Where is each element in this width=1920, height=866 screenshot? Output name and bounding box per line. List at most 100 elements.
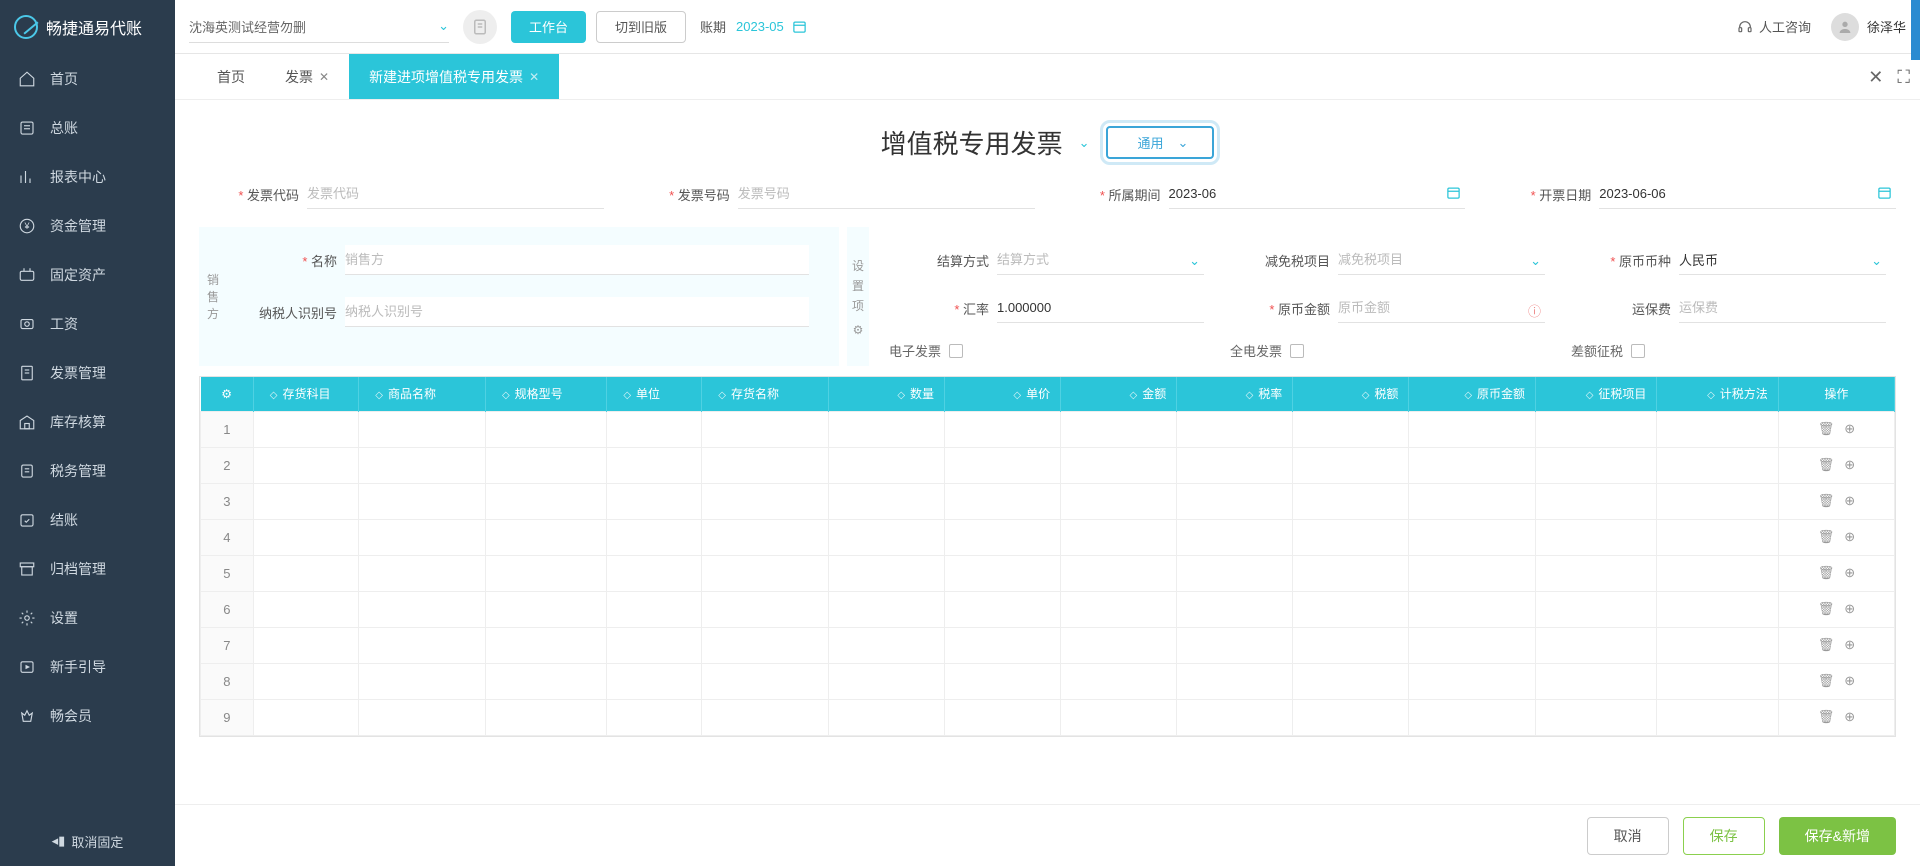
cell[interactable] <box>1061 663 1177 699</box>
cell[interactable] <box>607 555 702 591</box>
cell[interactable] <box>1293 555 1409 591</box>
note-button[interactable] <box>463 10 497 44</box>
column-header[interactable]: ◇单位 <box>607 377 702 411</box>
add-row-icon[interactable]: ⊕ <box>1844 637 1855 653</box>
cell[interactable] <box>485 627 606 663</box>
cell[interactable] <box>702 411 829 447</box>
column-header[interactable]: ◇规格型号 <box>485 377 606 411</box>
tab[interactable]: 新建进项增值税专用发票✕ <box>349 54 559 99</box>
cell[interactable] <box>359 699 486 735</box>
add-row-icon[interactable]: ⊕ <box>1844 565 1855 581</box>
delete-row-icon[interactable]: 🗑 <box>1818 673 1835 689</box>
close-all-tabs[interactable]: ✕ <box>1868 67 1883 88</box>
cell[interactable] <box>1177 483 1293 519</box>
delete-row-icon[interactable]: 🗑 <box>1818 565 1835 581</box>
cell[interactable] <box>359 627 486 663</box>
cell[interactable] <box>359 447 486 483</box>
add-row-icon[interactable]: ⊕ <box>1844 709 1855 725</box>
cell[interactable] <box>828 411 944 447</box>
delete-row-icon[interactable]: 🗑 <box>1818 709 1835 725</box>
user-menu[interactable]: 徐泽华 <box>1831 13 1906 41</box>
cell[interactable] <box>1061 699 1177 735</box>
cell[interactable] <box>702 699 829 735</box>
cell[interactable] <box>1409 591 1536 627</box>
column-header[interactable]: ◇原币金额 <box>1409 377 1536 411</box>
cell[interactable] <box>945 411 1061 447</box>
cell[interactable] <box>1293 519 1409 555</box>
column-header[interactable]: ◇单价 <box>945 377 1061 411</box>
cell[interactable] <box>607 627 702 663</box>
support-link[interactable]: 人工咨询 <box>1737 17 1811 36</box>
issue-date-input[interactable] <box>1599 179 1896 209</box>
tab-close-icon[interactable]: ✕ <box>319 70 329 84</box>
cell[interactable] <box>485 555 606 591</box>
cell[interactable] <box>1657 519 1778 555</box>
settings-toggle[interactable]: 设置项⚙ <box>839 227 869 366</box>
cell[interactable] <box>607 591 702 627</box>
cell[interactable] <box>828 483 944 519</box>
cell[interactable] <box>1293 699 1409 735</box>
cell[interactable] <box>1409 663 1536 699</box>
cell[interactable] <box>253 699 359 735</box>
cell[interactable] <box>828 627 944 663</box>
invoice-number-input[interactable] <box>738 179 1035 209</box>
cell[interactable] <box>828 663 944 699</box>
cell[interactable] <box>702 627 829 663</box>
delete-row-icon[interactable]: 🗑 <box>1818 601 1835 617</box>
unpin-sidebar[interactable]: ◂▮ 取消固定 <box>0 816 175 866</box>
fullscreen-button[interactable]: ⛶ <box>1897 67 1910 88</box>
cell[interactable] <box>253 447 359 483</box>
cell[interactable] <box>702 519 829 555</box>
cell[interactable] <box>1409 519 1536 555</box>
freight-input[interactable] <box>1679 293 1886 323</box>
company-select[interactable]: 沈海英测试经营勿删 ⌄ <box>189 11 449 43</box>
cell[interactable] <box>1293 591 1409 627</box>
tab[interactable]: 发票✕ <box>265 54 349 99</box>
cell[interactable] <box>702 555 829 591</box>
cell[interactable] <box>607 663 702 699</box>
column-header[interactable]: ◇金额 <box>1061 377 1177 411</box>
delete-row-icon[interactable]: 🗑 <box>1818 529 1835 545</box>
cell[interactable] <box>1293 411 1409 447</box>
save-and-new-button[interactable]: 保存&新增 <box>1779 817 1896 855</box>
cell[interactable] <box>1061 447 1177 483</box>
cell[interactable] <box>1657 447 1778 483</box>
cell[interactable] <box>1061 519 1177 555</box>
cell[interactable] <box>607 411 702 447</box>
sidebar-item-close-period[interactable]: 结账 <box>0 495 175 544</box>
original-amount-input[interactable] <box>1338 293 1545 323</box>
cell[interactable] <box>253 591 359 627</box>
cell[interactable] <box>1536 591 1657 627</box>
sidebar-item-vip[interactable]: 畅会员 <box>0 691 175 740</box>
cell[interactable] <box>1657 699 1778 735</box>
cell[interactable] <box>945 555 1061 591</box>
cell[interactable] <box>253 411 359 447</box>
cell[interactable] <box>1177 663 1293 699</box>
add-row-icon[interactable]: ⊕ <box>1844 529 1855 545</box>
cell[interactable] <box>253 555 359 591</box>
cell[interactable] <box>1536 483 1657 519</box>
cell[interactable] <box>1293 663 1409 699</box>
cell[interactable] <box>1177 699 1293 735</box>
cell[interactable] <box>1177 627 1293 663</box>
column-header[interactable]: ◇存货名称 <box>702 377 829 411</box>
add-row-icon[interactable]: ⊕ <box>1844 457 1855 473</box>
column-header[interactable]: ◇存货科目 <box>253 377 359 411</box>
cell[interactable] <box>702 447 829 483</box>
cell[interactable] <box>828 699 944 735</box>
sidebar-item-home[interactable]: 首页 <box>0 54 175 103</box>
delete-row-icon[interactable]: 🗑 <box>1818 457 1835 473</box>
invoice-type-dropdown[interactable]: ⌄ <box>1079 135 1090 151</box>
cell[interactable] <box>945 663 1061 699</box>
column-header[interactable]: ◇商品名称 <box>359 377 486 411</box>
full-e-invoice-checkbox[interactable] <box>1290 344 1304 358</box>
save-button[interactable]: 保存 <box>1683 817 1765 855</box>
cell[interactable] <box>1657 591 1778 627</box>
add-row-icon[interactable]: ⊕ <box>1844 673 1855 689</box>
cell[interactable] <box>485 411 606 447</box>
cell[interactable] <box>1409 483 1536 519</box>
cell[interactable] <box>945 699 1061 735</box>
cell[interactable] <box>1657 483 1778 519</box>
tab-close-icon[interactable]: ✕ <box>529 70 539 84</box>
cell[interactable] <box>1293 447 1409 483</box>
